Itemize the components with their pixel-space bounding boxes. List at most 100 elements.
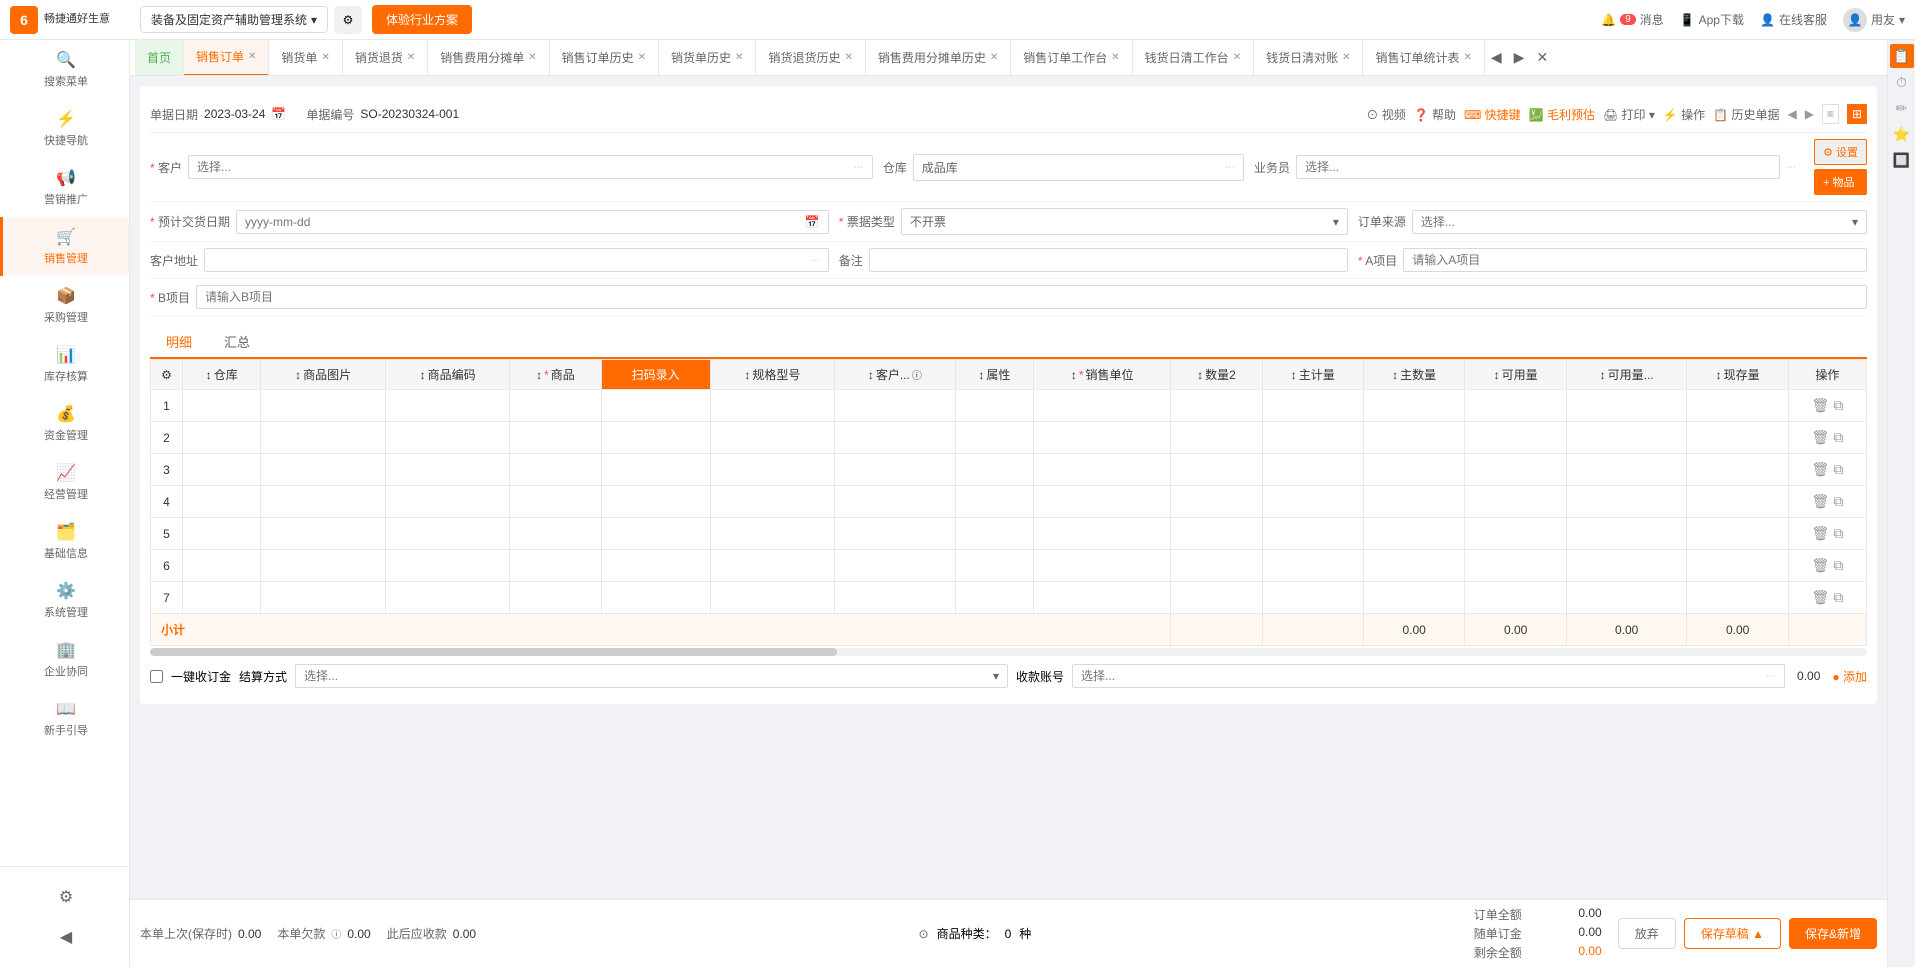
sidebar-item-capital[interactable]: 💰 资金管理 — [0, 394, 129, 453]
customer-text-input[interactable] — [197, 160, 854, 174]
row-6-current[interactable] — [1687, 550, 1788, 582]
order-source-text-input[interactable] — [1421, 215, 1852, 229]
row-4-delete-icon[interactable]: 🗑 — [1812, 493, 1830, 510]
row-3-available[interactable] — [1465, 454, 1566, 486]
calendar-icon[interactable]: 📅 — [271, 107, 286, 121]
scroll-thumb[interactable] — [150, 648, 837, 656]
row-1-available[interactable] — [1465, 390, 1566, 422]
row-5-attr[interactable] — [955, 518, 1033, 550]
remark-input[interactable] — [869, 248, 1348, 272]
help-btn[interactable]: ❓ 帮助 — [1414, 106, 1456, 123]
invoice-chevron-icon[interactable]: ▾ — [1333, 215, 1339, 229]
row-5-warehouse[interactable] — [183, 518, 261, 550]
tab-home[interactable]: 首页 — [135, 40, 184, 76]
row-6-img[interactable] — [261, 550, 385, 582]
card-view-btn[interactable]: ⊞ — [1847, 104, 1867, 124]
row-6-spec[interactable] — [710, 550, 834, 582]
row-6-warehouse[interactable] — [183, 550, 261, 582]
account-expand-icon[interactable]: ··· — [1766, 671, 1776, 682]
tab-sales-fee-history[interactable]: 销售费用分摊单历史 ✕ — [866, 40, 1011, 76]
sidebar-item-marketing[interactable]: 📢 营销推广 — [0, 158, 129, 217]
tab-sales-order[interactable]: 销售订单 ✕ — [184, 40, 269, 76]
row-5-main-unit[interactable] — [1262, 518, 1363, 550]
row-4-img[interactable] — [261, 486, 385, 518]
row-7-available[interactable] — [1465, 582, 1566, 614]
row-7-current[interactable] — [1687, 582, 1788, 614]
row-2-available2[interactable] — [1566, 422, 1687, 454]
row-7-code[interactable] — [385, 582, 509, 614]
row-7-attr[interactable] — [955, 582, 1033, 614]
col-main-unit[interactable]: ↕主计量 — [1262, 360, 1363, 390]
customer-input[interactable]: ··· — [188, 155, 873, 179]
sidebar-settings-button[interactable]: ⚙ — [0, 877, 129, 917]
tab-sales-fee-close[interactable]: ✕ — [528, 52, 536, 63]
history-btn[interactable]: 📋 历史单据 — [1713, 106, 1779, 123]
row-1-attr[interactable] — [955, 390, 1033, 422]
row-1-current[interactable] — [1687, 390, 1788, 422]
col-attr[interactable]: ↕属性 — [955, 360, 1033, 390]
row-4-available2[interactable] — [1566, 486, 1687, 518]
add-payment-button[interactable]: ● 添加 — [1832, 668, 1867, 685]
row-2-available[interactable] — [1465, 422, 1566, 454]
row-4-main-qty[interactable] — [1363, 486, 1464, 518]
tab-detail[interactable]: 明细 — [150, 326, 208, 359]
tab-cash-reconcile-close[interactable]: ✕ — [1342, 52, 1350, 63]
row-6-qty2[interactable] — [1171, 550, 1262, 582]
row-1-code[interactable] — [385, 390, 509, 422]
col-unit[interactable]: ↕*销售单位 — [1034, 360, 1171, 390]
row-7-main-qty[interactable] — [1363, 582, 1464, 614]
row-3-copy-icon[interactable]: ⧉ — [1833, 461, 1843, 478]
right-panel-icon-3[interactable]: ✏ — [1890, 96, 1914, 120]
row-6-copy-icon[interactable]: ⧉ — [1833, 557, 1843, 574]
row-7-copy-icon[interactable]: ⧉ — [1833, 589, 1843, 606]
tab-sales-back[interactable]: 销货单 ✕ — [269, 40, 342, 76]
col-spec[interactable]: ↕规格型号 — [710, 360, 834, 390]
row-7-delete-icon[interactable]: 🗑 — [1812, 589, 1830, 606]
row-4-available[interactable] — [1465, 486, 1566, 518]
tab-cash-clear-close[interactable]: ✕ — [1233, 52, 1241, 63]
address-input[interactable]: ··· — [204, 248, 829, 272]
row-7-scan[interactable] — [601, 582, 710, 614]
row-7-spec[interactable] — [710, 582, 834, 614]
row-4-attr[interactable] — [955, 486, 1033, 518]
sidebar-item-corp[interactable]: 🏢 企业协同 — [0, 630, 129, 689]
account-input[interactable] — [1081, 669, 1161, 683]
tab-sales-return-close[interactable]: ✕ — [407, 52, 415, 63]
row-7-goods[interactable] — [510, 582, 601, 614]
tab-sales-back-close[interactable]: ✕ — [321, 52, 329, 63]
video-btn[interactable]: ⊙ 视频 — [1366, 106, 1405, 123]
settings-icon[interactable]: ⚙ — [334, 6, 362, 34]
tab-sales-history[interactable]: 销售订单历史 ✕ — [550, 40, 659, 76]
row-2-main-unit[interactable] — [1262, 422, 1363, 454]
row-1-unit[interactable] — [1034, 390, 1171, 422]
sidebar-item-ops[interactable]: 📈 经营管理 — [0, 453, 129, 512]
staff-expand-icon[interactable]: ··· — [1786, 162, 1796, 173]
row-7-main-unit[interactable] — [1262, 582, 1363, 614]
row-4-code[interactable] — [385, 486, 509, 518]
order-source-chevron-icon[interactable]: ▾ — [1852, 215, 1858, 229]
row-3-scan[interactable] — [601, 454, 710, 486]
right-panel-icon-1[interactable]: 📋 — [1890, 44, 1914, 68]
col-code[interactable]: ↕商品编码 — [385, 360, 509, 390]
tab-sales-back-history[interactable]: 销货单历史 ✕ — [659, 40, 756, 76]
row-3-warehouse[interactable] — [183, 454, 261, 486]
row-5-qty2[interactable] — [1171, 518, 1262, 550]
bill-date-value[interactable]: 2023-03-24 — [204, 107, 265, 121]
row-6-available[interactable] — [1465, 550, 1566, 582]
system-selector[interactable]: 装备及固定资产辅助管理系统 ▾ — [140, 6, 328, 33]
tab-sales-back-history-close[interactable]: ✕ — [735, 52, 743, 63]
order-source-input[interactable]: ▾ — [1412, 210, 1867, 234]
row-5-current[interactable] — [1687, 518, 1788, 550]
sidebar-item-sales[interactable]: 🛒 销售管理 — [0, 217, 129, 276]
row-5-img[interactable] — [261, 518, 385, 550]
row-6-unit[interactable] — [1034, 550, 1171, 582]
row-2-scan[interactable] — [601, 422, 710, 454]
user-menu-button[interactable]: 👤 用友 ▾ — [1843, 8, 1905, 32]
project-b-input[interactable] — [196, 285, 1867, 309]
tab-sales-stats[interactable]: 销售订单统计表 ✕ — [1363, 40, 1484, 76]
row-2-main-qty[interactable] — [1363, 422, 1464, 454]
project-a-text-input[interactable] — [1412, 253, 1858, 267]
project-b-text-input[interactable] — [205, 290, 1858, 304]
right-panel-icon-2[interactable]: ⏱ — [1890, 70, 1914, 94]
col-main-qty[interactable]: ↕主数量 — [1363, 360, 1464, 390]
